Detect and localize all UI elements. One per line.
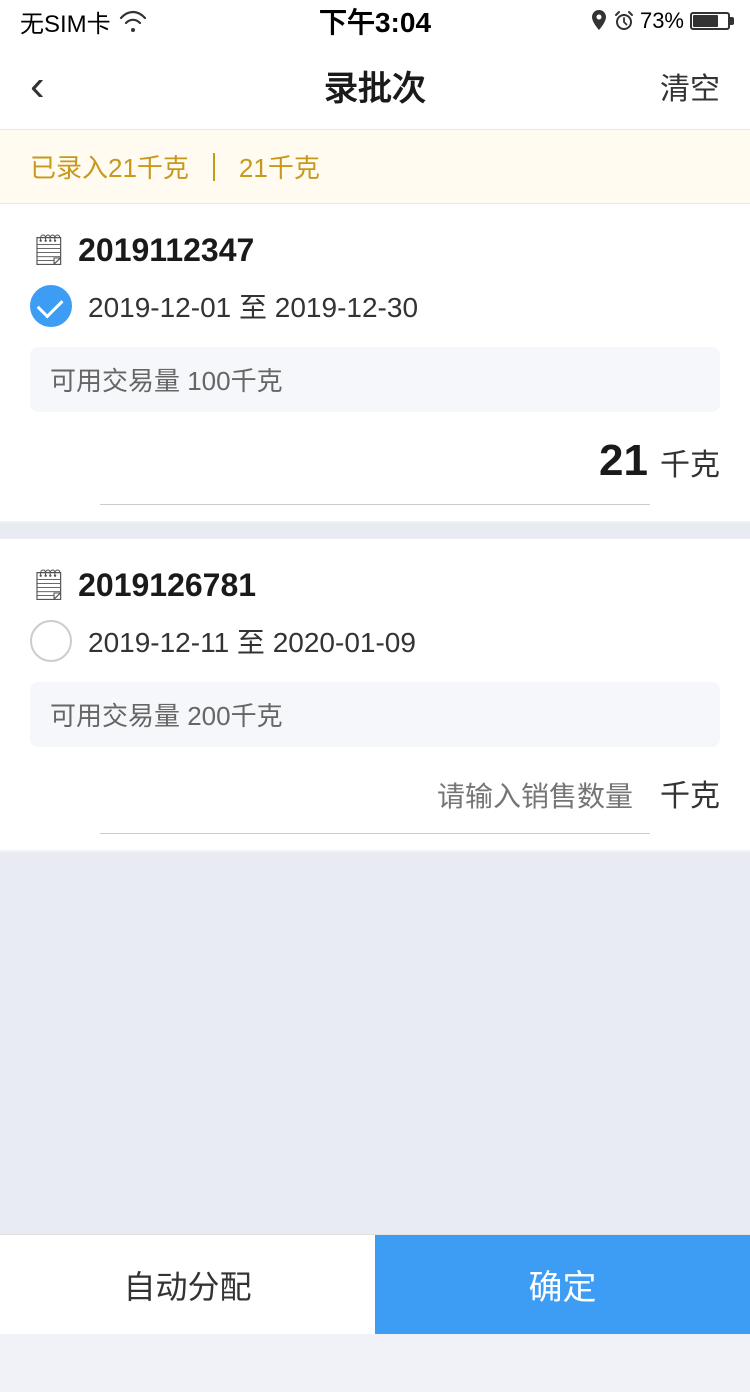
clear-button[interactable]: 清空 [660,64,720,108]
batch-date-2: 2019-12-11 至 2020-01-09 [88,621,416,661]
batch-card-1: 🗒 2019112347 2019-12-01 至 2019-12-30 可用交… [0,204,750,521]
nav-bar: ‹ 录批次 清空 [0,42,750,130]
batch-item-2: 🗒 2019126781 2019-12-11 至 2020-01-09 可用交… [0,539,750,747]
qty-row-1: 21 千克 [0,412,750,504]
batch-doc-icon-2: 🗒 [30,568,68,603]
batch-date-row-1: 2019-12-01 至 2019-12-30 [30,285,720,327]
info-divider [213,153,215,181]
batch-date-1: 2019-12-01 至 2019-12-30 [88,286,418,326]
batch-id-2: 2019126781 [78,567,256,604]
batch-avail-2: 可用交易量 200千克 [30,682,720,747]
main-content: 🗒 2019112347 2019-12-01 至 2019-12-30 可用交… [0,204,750,1392]
batch-radio-2[interactable] [30,620,72,662]
back-button[interactable]: ‹ [30,61,90,111]
batch-header-1: 🗒 2019112347 [30,232,720,269]
alarm-icon [614,10,634,32]
location-icon [590,10,608,32]
battery-icon [690,12,730,30]
batch-header-2: 🗒 2019126781 [30,567,720,604]
input-row-2[interactable]: 千克 [0,747,750,833]
batch-radio-1[interactable] [30,285,72,327]
status-indicators: 73% [590,8,730,34]
qty-input-2[interactable] [388,781,648,813]
batch-avail-1: 可用交易量 100千克 [30,347,720,412]
recorded-value: 21千克 [239,148,320,185]
confirm-button[interactable]: 确定 [375,1235,750,1334]
empty-area [0,852,750,1292]
bottom-bar: 自动分配 确定 [0,1234,750,1334]
status-bar: 无SIM卡 下午3:04 73% [0,0,750,42]
batch-date-row-2: 2019-12-11 至 2020-01-09 [30,620,720,662]
batch-id-1: 2019112347 [78,232,254,269]
carrier-text: 无SIM卡 [20,4,111,39]
qty-value-1: 21 [599,436,648,486]
status-time: 下午3:04 [319,1,431,41]
battery-text: 73% [640,8,684,34]
section-separator [0,523,750,539]
batch-doc-icon-1: 🗒 [30,233,68,268]
batch-card-2: 🗒 2019126781 2019-12-11 至 2020-01-09 可用交… [0,539,750,850]
input-unit-2: 千克 [660,771,720,815]
auto-distribute-button[interactable]: 自动分配 [0,1235,375,1334]
batch-avail-text-1: 可用交易量 100千克 [50,366,283,396]
page-title: 录批次 [324,61,426,110]
recorded-label: 已录入21千克 [30,148,189,185]
info-banner: 已录入21千克 21千克 [0,130,750,204]
qty-unit-1: 千克 [660,440,720,484]
wifi-icon [119,10,147,32]
batch-avail-text-2: 可用交易量 200千克 [50,701,283,731]
status-carrier: 无SIM卡 [20,4,147,39]
batch-item-1: 🗒 2019112347 2019-12-01 至 2019-12-30 可用交… [0,204,750,412]
